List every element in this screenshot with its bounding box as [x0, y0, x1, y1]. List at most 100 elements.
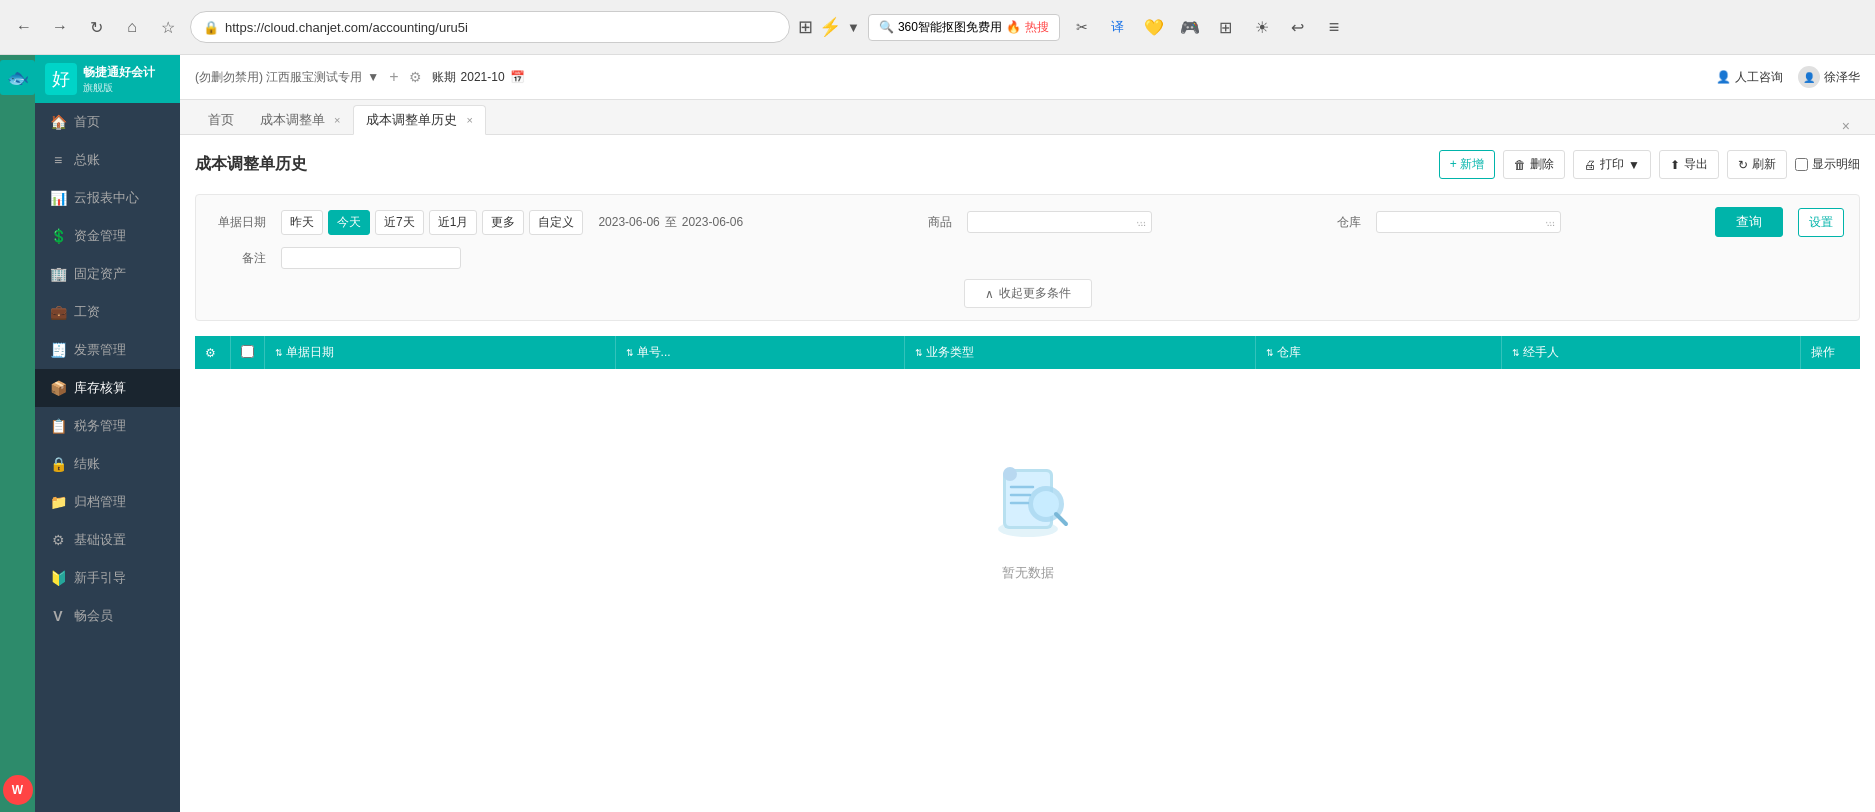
select-all-checkbox[interactable] [241, 345, 254, 358]
date-btn-yesterday[interactable]: 昨天 [281, 210, 323, 235]
wallet-btn[interactable]: 💛 [1140, 13, 1168, 41]
note-input[interactable] [281, 247, 461, 269]
sidebar-item-ledger[interactable]: ≡ 总账 [35, 141, 180, 179]
brightness-btn[interactable]: ☀ [1248, 13, 1276, 41]
main-sidebar: 好 畅捷通好会计 旗舰版 🏠 首页 ≡ 总账 📊 云报表中心 💲 [35, 55, 180, 812]
sidebar-label-inventory: 库存核算 [74, 379, 126, 397]
sidebar-label-funds: 资金管理 [74, 227, 126, 245]
export-btn[interactable]: ⬆ 导出 [1659, 150, 1719, 179]
game-btn[interactable]: 🎮 [1176, 13, 1204, 41]
calendar-icon: 📅 [510, 70, 525, 84]
collapse-btn[interactable]: ∧ 收起更多条件 [964, 279, 1092, 308]
bookmark-btn[interactable]: ☆ [154, 13, 182, 41]
tab-cost-adj[interactable]: 成本调整单 × [247, 104, 353, 134]
icon-sidebar-weibo[interactable]: W [3, 775, 33, 805]
sidebar-item-funds[interactable]: 💲 资金管理 [35, 217, 180, 255]
company-settings-btn[interactable]: ⚙ [409, 69, 422, 85]
sidebar-item-inventory[interactable]: 📦 库存核算 [35, 369, 180, 407]
close-all-btn[interactable]: × [1832, 118, 1860, 134]
user-name: 徐泽华 [1824, 69, 1860, 86]
tab-home-label: 首页 [208, 111, 234, 129]
date-btn-custom[interactable]: 自定义 [529, 210, 583, 235]
invoice-icon: 🧾 [50, 342, 66, 358]
menu-btn[interactable]: ≡ [1320, 13, 1348, 41]
forward-btn[interactable]: → [46, 13, 74, 41]
sidebar-item-tax[interactable]: 📋 税务管理 [35, 407, 180, 445]
delete-btn[interactable]: 🗑 删除 [1503, 150, 1565, 179]
company-selector[interactable]: (勿删勿禁用) 江西服宝测试专用 ▼ [195, 69, 379, 86]
th-biztype[interactable]: ⇅ 业务类型 [905, 336, 1256, 369]
th-warehouse[interactable]: ⇅ 仓库 [1256, 336, 1502, 369]
scissors-btn[interactable]: ✂ [1068, 13, 1096, 41]
sidebar-item-archive[interactable]: 📁 归档管理 [35, 483, 180, 521]
query-btn[interactable]: 查询 [1715, 207, 1783, 237]
show-detail-checkbox[interactable] [1795, 158, 1808, 171]
th-gear[interactable]: ⚙ [195, 336, 230, 369]
sidebar-item-settings[interactable]: ⚙ 基础设置 [35, 521, 180, 559]
tab-cost-adj-history[interactable]: 成本调整单历史 × [353, 105, 485, 135]
undo-btn[interactable]: ↩ [1284, 13, 1312, 41]
lightning-icon[interactable]: ⚡ [819, 16, 841, 38]
product-label: 商品 [897, 214, 952, 231]
add-company-btn[interactable]: + [389, 68, 398, 86]
date-btn-1month[interactable]: 近1月 [429, 210, 478, 235]
address-bar[interactable]: 🔒 https://cloud.chanjet.com/accounting/u… [190, 11, 790, 43]
tab-cost-adj-close[interactable]: × [334, 114, 340, 126]
sidebar-label-assets: 固定资产 [74, 265, 126, 283]
date-btn-more[interactable]: 更多 [482, 210, 524, 235]
icon-sidebar-top[interactable]: 🐟 [0, 60, 35, 95]
refresh-btn[interactable]: ↻ [82, 13, 110, 41]
sidebar-item-member[interactable]: V 畅会员 [35, 597, 180, 635]
th-number[interactable]: ⇅ 单号... [615, 336, 905, 369]
sidebar-item-assets[interactable]: 🏢 固定资产 [35, 255, 180, 293]
sidebar-item-reports[interactable]: 📊 云报表中心 [35, 179, 180, 217]
date-btn-7days[interactable]: 近7天 [375, 210, 424, 235]
funds-icon: 💲 [50, 228, 66, 244]
tab-cost-adj-history-close[interactable]: × [466, 114, 472, 126]
page-actions: + 新增 🗑 删除 🖨 打印 ▼ ⬆ 导出 ↻ [1439, 150, 1860, 179]
refresh-btn[interactable]: ↻ 刷新 [1727, 150, 1787, 179]
export-icon: ⬆ [1670, 158, 1680, 172]
tab-home[interactable]: 首页 [195, 104, 247, 134]
sidebar-item-payroll[interactable]: 💼 工资 [35, 293, 180, 331]
consult-icon: 👤 [1716, 70, 1731, 84]
date-btn-today[interactable]: 今天 [328, 210, 370, 235]
period-selector[interactable]: 账期 2021-10 📅 [432, 69, 525, 86]
show-detail-label[interactable]: 显示明细 [1795, 156, 1860, 173]
app-container: 🐟 W 好 畅捷通好会计 旗舰版 🏠 首页 ≡ 总账 [0, 55, 1875, 812]
hot-search-icon: 🔥 [1006, 20, 1021, 34]
table-container: ⚙ ⇅ 单据日期 [195, 336, 1860, 662]
export-label: 导出 [1684, 156, 1708, 173]
empty-state: 暂无数据 [195, 369, 1860, 662]
warehouse-select-wrapper: ··· [1376, 211, 1561, 233]
apps-btn[interactable]: ⊞ [1212, 13, 1240, 41]
product-select[interactable] [967, 211, 1152, 233]
th-ops-label: 操作 [1811, 345, 1835, 359]
warehouse-select[interactable] [1376, 211, 1561, 233]
filter-settings-btn[interactable]: 设置 [1798, 208, 1844, 237]
print-btn[interactable]: 🖨 打印 ▼ [1573, 150, 1651, 179]
new-btn[interactable]: + 新增 [1439, 150, 1495, 179]
sidebar-item-invoice[interactable]: 🧾 发票管理 [35, 331, 180, 369]
note-label: 备注 [211, 250, 266, 267]
dropdown-icon[interactable]: ▼ [847, 20, 860, 35]
user-menu[interactable]: 👤 徐泽华 [1798, 66, 1860, 88]
home-btn[interactable]: ⌂ [118, 13, 146, 41]
filter-area: 单据日期 昨天 今天 近7天 近1月 更多 自定义 2023-06-06 至 2… [195, 194, 1860, 321]
th-date[interactable]: ⇅ 单据日期 [264, 336, 615, 369]
back-btn[interactable]: ← [10, 13, 38, 41]
consult-btn[interactable]: 👤 人工咨询 [1716, 69, 1783, 86]
logo-edition: 旗舰版 [83, 81, 113, 95]
grid-icon[interactable]: ⊞ [798, 16, 813, 38]
consult-label: 人工咨询 [1735, 69, 1783, 86]
browser-search-bar[interactable]: 🔍 360智能抠图免费用 🔥 热搜 [868, 14, 1060, 41]
th-operator[interactable]: ⇅ 经手人 [1502, 336, 1800, 369]
sidebar-item-guide[interactable]: 🔰 新手引导 [35, 559, 180, 597]
th-check[interactable] [230, 336, 264, 369]
translate-btn[interactable]: 译 [1104, 13, 1132, 41]
sidebar-item-home[interactable]: 🏠 首页 [35, 103, 180, 141]
sidebar-item-closing[interactable]: 🔒 结账 [35, 445, 180, 483]
guide-icon: 🔰 [50, 570, 66, 586]
archive-icon: 📁 [50, 494, 66, 510]
th-number-label: 单号... [637, 344, 671, 361]
